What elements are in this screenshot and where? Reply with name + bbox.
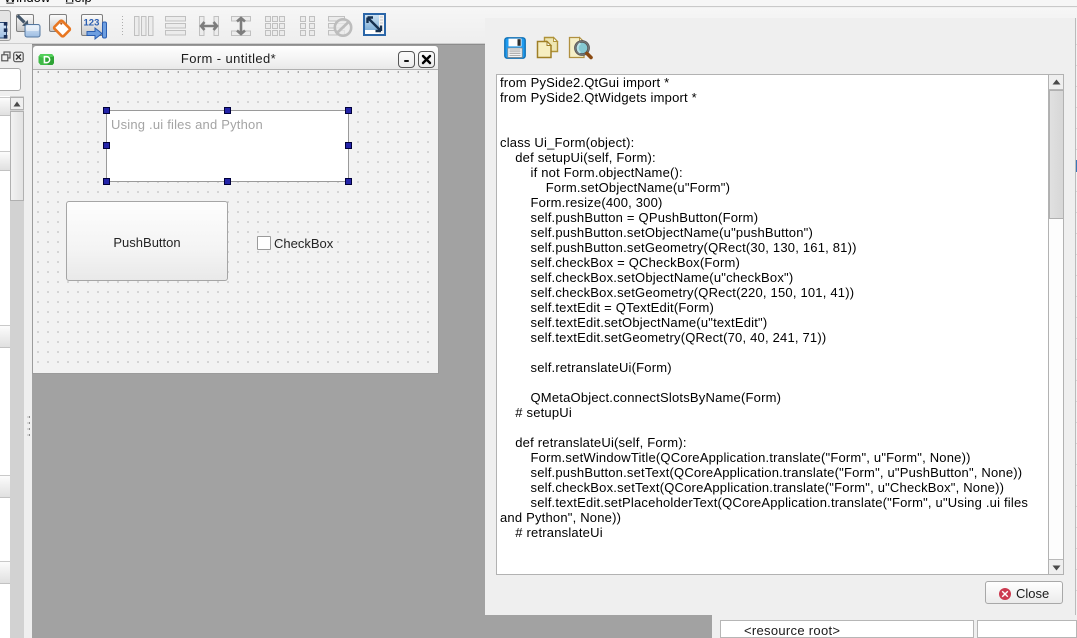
svg-text:123: 123: [84, 18, 100, 29]
